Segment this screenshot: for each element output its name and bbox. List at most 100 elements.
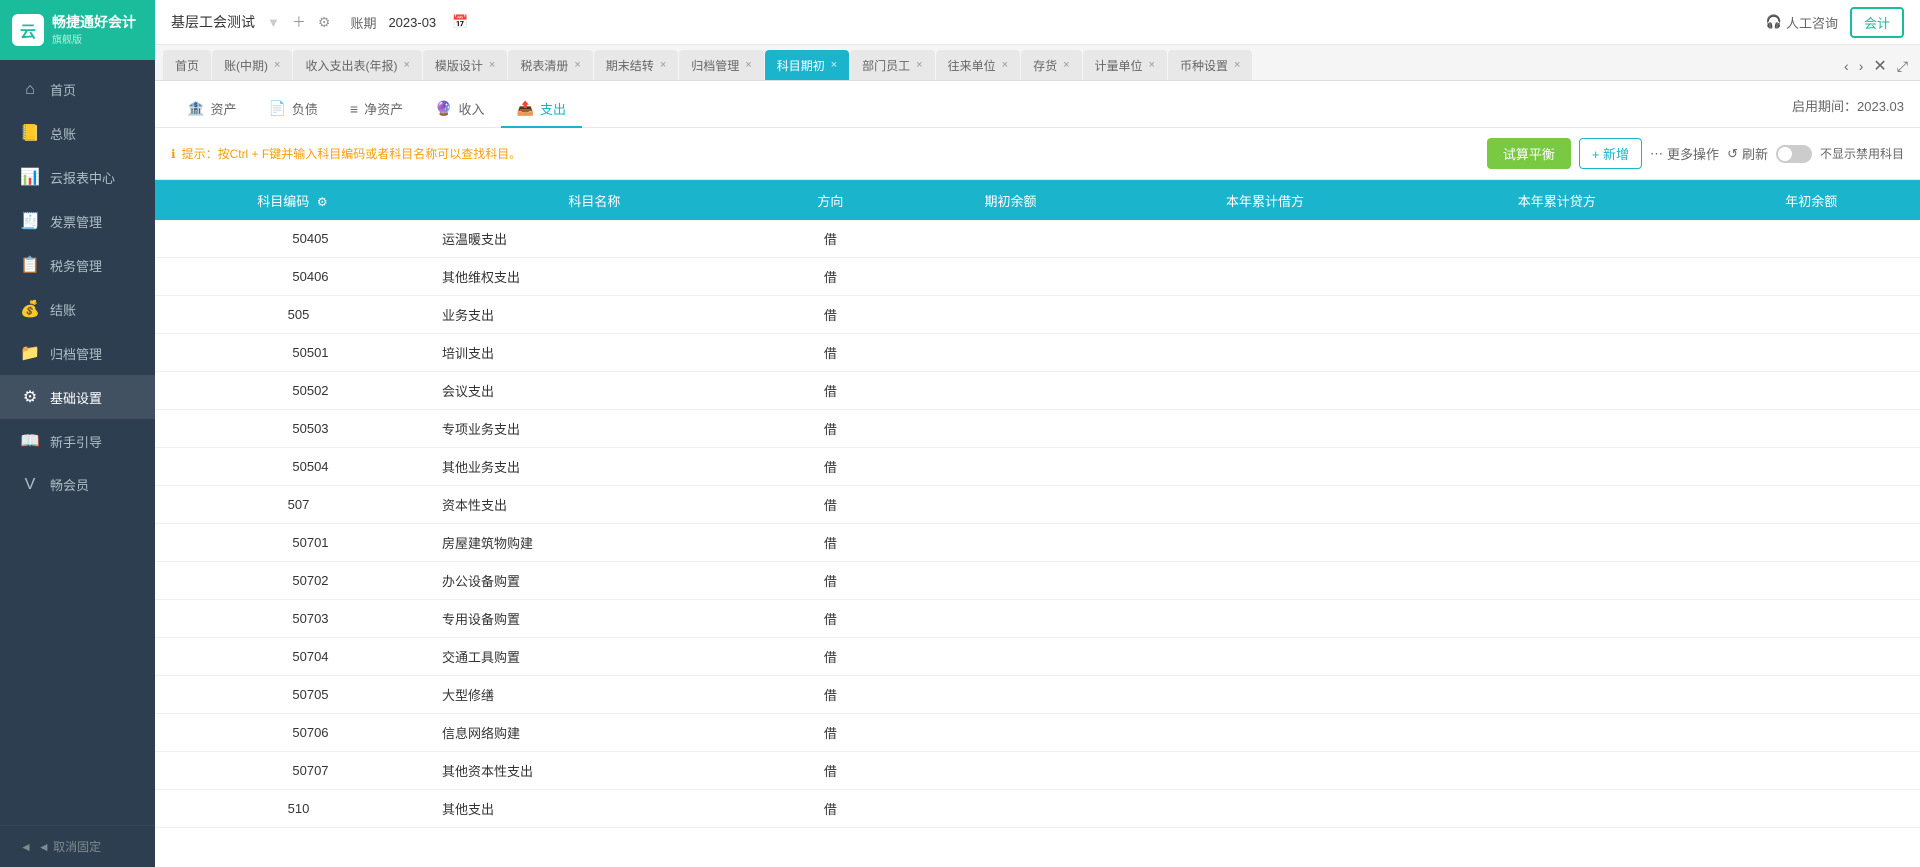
tab-10[interactable]: 存货× (1021, 50, 1081, 80)
tab-1[interactable]: 账(中期)× (212, 50, 292, 80)
tab-close-5[interactable]: × (660, 59, 666, 71)
sidebar-item-guide[interactable]: 📖 新手引导 (0, 419, 155, 463)
sub-tab-asset[interactable]: 🏦 资产 (171, 91, 252, 128)
sub-tab-equity[interactable]: ≡ 净资产 (334, 91, 419, 128)
settings-icon[interactable]: ⚙ (318, 14, 331, 31)
asset-subtab-icon: 🏦 (187, 100, 204, 117)
period-info-label: 启用期间：2023.03 (1792, 99, 1904, 114)
tab-close-9[interactable]: × (1002, 59, 1008, 71)
cell-ytd-debit-5 (1119, 410, 1411, 448)
period-label: 账期 (350, 13, 376, 32)
service-button[interactable]: 🎧 人工咨询 (1766, 13, 1838, 32)
settings-icon: ⚙ (20, 387, 40, 407)
cell-ytd-credit-11 (1411, 638, 1703, 676)
cell-year-opening-6 (1703, 448, 1920, 486)
sidebar-item-invoice[interactable]: 🧾 发票管理 (0, 199, 155, 243)
tab-expand-btn[interactable]: ⤢ (1893, 54, 1912, 79)
cell-name-6: 其他业务支出 (430, 448, 759, 486)
tab-label-4: 税表清册 (520, 57, 568, 74)
tab-7[interactable]: 科目期初× (765, 50, 849, 80)
tab-close-all-btn[interactable]: ✕ (1869, 52, 1890, 80)
cell-opening-6 (902, 448, 1119, 486)
cell-ytd-credit-10 (1411, 600, 1703, 638)
tab-5[interactable]: 期末结转× (594, 50, 678, 80)
tab-close-12[interactable]: × (1234, 59, 1240, 71)
sub-tab-label-equity: 净资产 (364, 99, 403, 118)
tab-9[interactable]: 往来单位× (936, 50, 1020, 80)
cell-code-10: 50703 (155, 600, 430, 638)
sub-tab-income[interactable]: 🔮 收入 (419, 91, 500, 128)
tab-0[interactable]: 首页 (163, 50, 211, 80)
sidebar-item-settings[interactable]: ⚙ 基础设置 (0, 375, 155, 419)
cell-code-8: 50701 (155, 524, 430, 562)
tab-next-btn[interactable]: › (1855, 54, 1868, 78)
cell-code-2: 505 (155, 296, 430, 334)
refresh-btn[interactable]: ↺ 刷新 (1727, 144, 1768, 163)
tab-6[interactable]: 归档管理 × (679, 50, 763, 80)
tab-label-11: 计量单位 (1095, 57, 1143, 74)
cell-ytd-debit-10 (1119, 600, 1411, 638)
sidebar-collapse-btn[interactable]: ◄ ◄ 取消固定 (0, 825, 155, 867)
account-label: 会计 (1864, 16, 1890, 31)
tab-4[interactable]: 税表清册 × (508, 50, 592, 80)
tab-close-4[interactable]: × (574, 59, 580, 71)
tab-close-10[interactable]: × (1063, 59, 1069, 71)
add-tab-icon[interactable]: ＋ (292, 12, 306, 32)
col-settings-icon[interactable]: ⚙ (317, 195, 328, 209)
cell-opening-0 (902, 220, 1119, 258)
cell-year-opening-15 (1703, 790, 1920, 828)
cell-opening-15 (902, 790, 1119, 828)
table-body: 50405 运温暖支出 借 50406 其他维权支出 借 505 业务支出 借 … (155, 220, 1920, 828)
tab-11[interactable]: 计量单位 × (1083, 50, 1167, 80)
account-button[interactable]: 会计 (1850, 7, 1904, 38)
tab-3[interactable]: 模版设计× (423, 50, 507, 80)
table-row: 50706 信息网络购建 借 (155, 714, 1920, 752)
sub-tab-liability[interactable]: 📄 负债 (252, 91, 333, 128)
sub-tab-expense[interactable]: 📤 支出 (501, 91, 582, 128)
sidebar-item-member[interactable]: V 畅会员 (0, 463, 155, 506)
tab-close-7[interactable]: × (831, 59, 837, 71)
subjects-table: 科目编码 ⚙ 科目名称 方向 期初余额 本年累计借方 本年累计贷方 年初余额 5… (155, 180, 1920, 828)
cell-direction-3: 借 (759, 334, 902, 372)
cell-ytd-debit-15 (1119, 790, 1411, 828)
sidebar-item-ledger[interactable]: 📒 总账 (0, 111, 155, 155)
table-row: 50406 其他维权支出 借 (155, 258, 1920, 296)
new-btn[interactable]: + 新增 (1579, 138, 1642, 169)
ledger-icon: 📒 (20, 123, 40, 143)
sidebar-nav: ⌂ 首页 📒 总账 📊 云报表中心 🧾 发票管理 📋 税务管理 💰 结账 📁 归… (0, 60, 155, 825)
tab-8[interactable]: 部门员工× (850, 50, 934, 80)
disable-toggle[interactable] (1776, 145, 1812, 163)
calc-balance-btn[interactable]: 试算平衡 (1487, 138, 1571, 169)
tab-label-2: 收入支出表(年报) (305, 57, 397, 74)
sidebar-item-archive[interactable]: 📁 归档管理 (0, 331, 155, 375)
sidebar-item-reports[interactable]: 📊 云报表中心 (0, 155, 155, 199)
sidebar-item-home[interactable]: ⌂ 首页 (0, 68, 155, 111)
period-value: 2023-03 (388, 15, 436, 30)
cell-name-1: 其他维权支出 (430, 258, 759, 296)
tab-close-2[interactable]: × (403, 59, 409, 71)
tab-close-6[interactable]: × (745, 59, 751, 71)
calendar-icon[interactable]: 📅 (452, 14, 468, 30)
headset-icon: 🎧 (1766, 14, 1782, 30)
archive-icon: 📁 (20, 343, 40, 363)
tab-close-11[interactable]: × (1149, 59, 1155, 71)
tab-close-8[interactable]: × (916, 59, 922, 71)
sidebar-item-tax[interactable]: 📋 税务管理 (0, 243, 155, 287)
cell-opening-13 (902, 714, 1119, 752)
cell-ytd-credit-3 (1411, 334, 1703, 372)
cell-direction-8: 借 (759, 524, 902, 562)
cell-direction-15: 借 (759, 790, 902, 828)
sub-tab-label-expense: 支出 (540, 99, 566, 118)
tab-prev-btn[interactable]: ‹ (1840, 54, 1853, 78)
more-btn[interactable]: ⋯ 更多操作 (1650, 144, 1719, 163)
sidebar-item-settlement[interactable]: 💰 结账 (0, 287, 155, 331)
tab-2[interactable]: 收入支出表(年报) × (293, 50, 421, 80)
tab-close-3[interactable]: × (489, 59, 495, 71)
cell-code-0: 50405 (155, 220, 430, 258)
cell-year-opening-4 (1703, 372, 1920, 410)
equity-subtab-icon: ≡ (350, 101, 358, 117)
cell-ytd-debit-11 (1119, 638, 1411, 676)
tab-close-1[interactable]: × (274, 59, 280, 71)
tab-12[interactable]: 币种设置× (1168, 50, 1252, 80)
tab-label-6: 归档管理 (691, 57, 739, 74)
